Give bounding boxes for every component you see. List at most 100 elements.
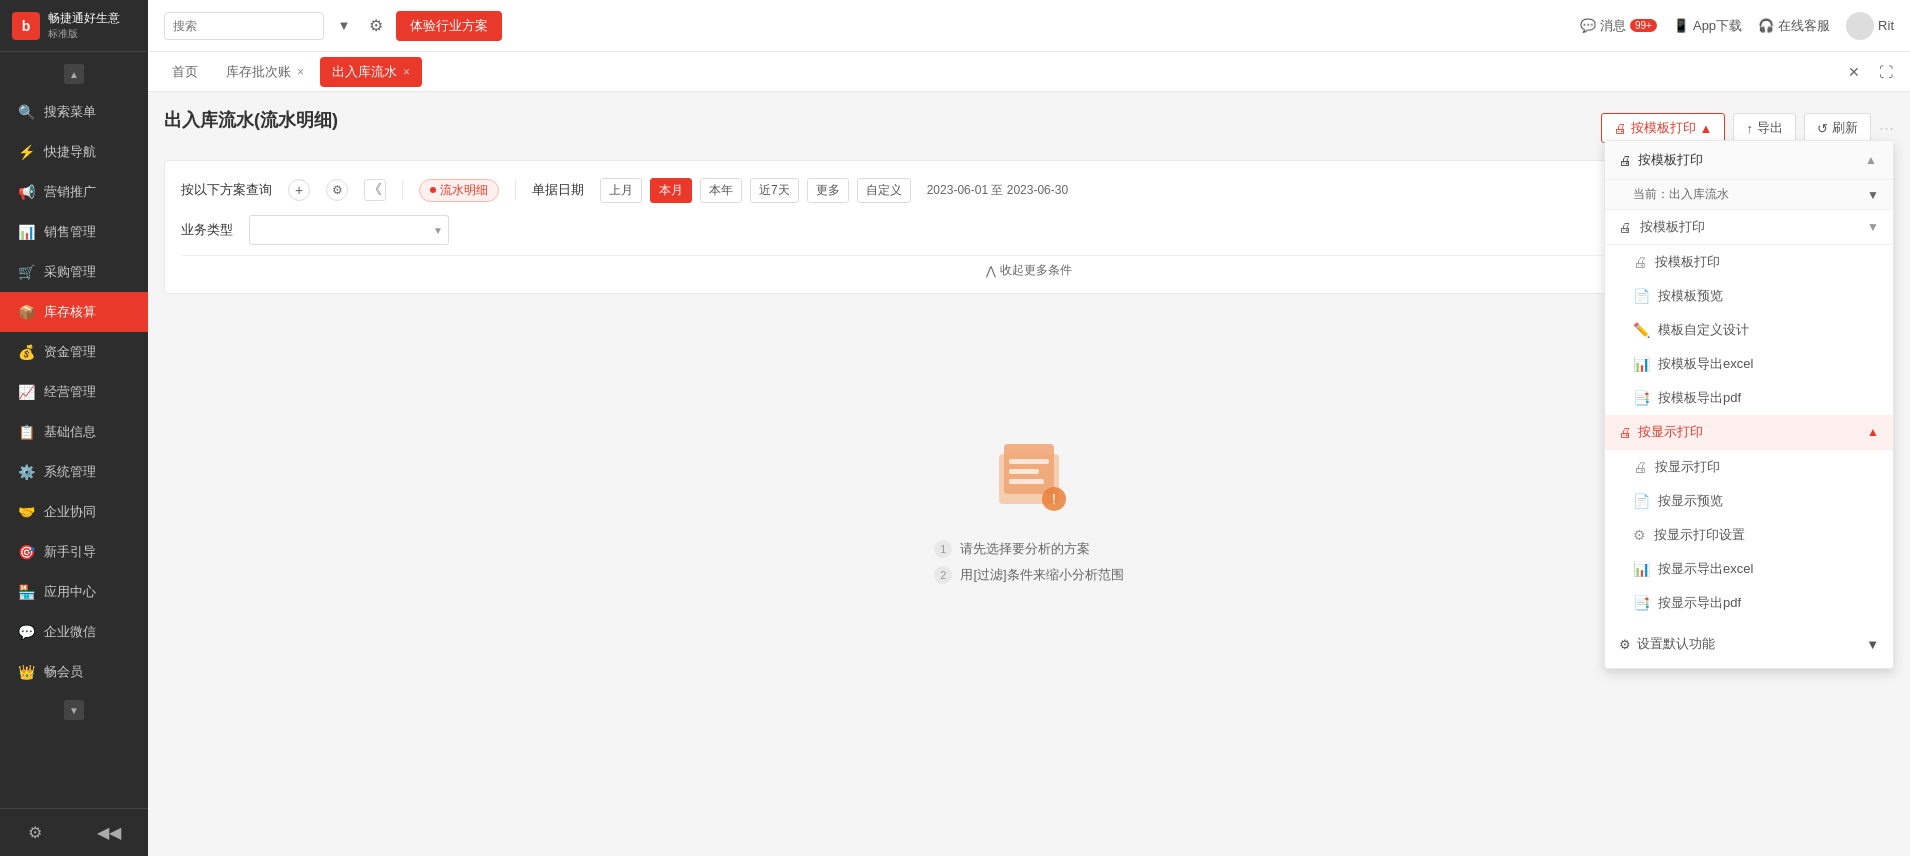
sidebar-bottom: ⚙ ◀◀ bbox=[0, 808, 148, 856]
display-print-item[interactable]: 🖨 按显示打印 bbox=[1605, 450, 1893, 484]
header-message-btn[interactable]: 💬 消息 99+ bbox=[1580, 17, 1657, 35]
template-section-toggle-icon: ▼ bbox=[1867, 220, 1879, 234]
filter-scheme-label: 按以下方案查询 bbox=[181, 181, 272, 199]
app-version: 标准版 bbox=[48, 27, 120, 41]
template-preview-item[interactable]: 📄 按模板预览 bbox=[1605, 279, 1893, 313]
filter-date-btn-本年[interactable]: 本年 bbox=[700, 178, 742, 203]
filter-date-btn-更多[interactable]: 更多 bbox=[807, 178, 849, 203]
header-user-btn[interactable]: Rit bbox=[1846, 12, 1894, 40]
display-preview-item[interactable]: 📄 按显示预览 bbox=[1605, 484, 1893, 518]
print-dropdown-arrows: ▲ bbox=[1863, 151, 1879, 169]
header-trial-btn[interactable]: 体验行业方案 bbox=[396, 11, 502, 41]
sidebar-label-wechat: 企业微信 bbox=[44, 623, 96, 641]
filter-date-btn-自定义[interactable]: 自定义 bbox=[857, 178, 911, 203]
filter-business-select-wrap: ▼ bbox=[249, 215, 449, 245]
empty-illustration: ! bbox=[979, 424, 1079, 524]
user-avatar bbox=[1846, 12, 1874, 40]
tab-batch[interactable]: 库存批次账 × bbox=[214, 57, 316, 87]
print-default-settings-item[interactable]: ⚙ 设置默认功能 ▼ bbox=[1619, 628, 1879, 660]
filter-scheme-settings-btn[interactable]: ⚙ bbox=[326, 179, 348, 201]
sidebar-item-operations[interactable]: 📈 经营管理 bbox=[0, 372, 148, 412]
filter-divider-2 bbox=[515, 180, 516, 200]
template-design-label: 模板自定义设计 bbox=[1658, 321, 1749, 339]
sidebar-settings-btn[interactable]: ⚙ bbox=[24, 819, 46, 846]
export-btn[interactable]: ↑ 导出 bbox=[1733, 113, 1796, 143]
header-search-input[interactable] bbox=[164, 12, 324, 40]
header-gear-btn[interactable]: ⚙ bbox=[364, 14, 388, 38]
display-excel-item[interactable]: 📊 按显示导出excel bbox=[1605, 552, 1893, 586]
tab-close-batch[interactable]: × bbox=[297, 65, 304, 79]
service-label: 在线客服 bbox=[1778, 17, 1830, 35]
sidebar-item-search[interactable]: 🔍 搜索菜单 bbox=[0, 92, 148, 132]
sidebar-item-marketing[interactable]: 📢 营销推广 bbox=[0, 172, 148, 212]
tab-flow[interactable]: 出入库流水× bbox=[320, 57, 422, 87]
sidebar-item-finance[interactable]: 💰 资金管理 bbox=[0, 332, 148, 372]
tab-close-all-btn[interactable]: ✕ bbox=[1842, 60, 1866, 84]
tab-maximize-btn[interactable]: ⛶ bbox=[1874, 60, 1898, 84]
print-template-header[interactable]: 🖨 按模板打印 ▼ bbox=[1605, 210, 1893, 244]
display-section-toggle-icon: ▲ bbox=[1867, 425, 1879, 439]
print-dropdown: 🖨 按模板打印 ▲ 当前：出入库流水 ▼ 🖨 按模板打印 ▼ 🖨 按模板打印 📄… bbox=[1604, 140, 1894, 669]
sidebar-item-shortcut[interactable]: ⚡ 快捷导航 bbox=[0, 132, 148, 172]
filter-add-btn[interactable]: + bbox=[288, 179, 310, 201]
message-badge: 99+ bbox=[1630, 19, 1657, 32]
filter-date-btn-上月[interactable]: 上月 bbox=[600, 178, 642, 203]
display-pdf-icon: 📑 bbox=[1633, 595, 1650, 611]
filter-collapse-arrow-btn[interactable]: 《 bbox=[364, 179, 386, 201]
sidebar-item-basic[interactable]: 📋 基础信息 bbox=[0, 412, 148, 452]
sidebar-collapse-btn[interactable]: ◀◀ bbox=[93, 819, 125, 846]
print-dropdown-up-btn[interactable]: ▲ bbox=[1863, 151, 1879, 169]
print-display-header[interactable]: 🖨 按显示打印 ▲ bbox=[1605, 415, 1893, 449]
display-pdf-item[interactable]: 📑 按显示导出pdf bbox=[1605, 586, 1893, 620]
template-design-item[interactable]: ✏️ 模板自定义设计 bbox=[1605, 313, 1893, 347]
sidebar-icon-member: 👑 bbox=[16, 662, 36, 682]
sidebar-icon-marketing: 📢 bbox=[16, 182, 36, 202]
sidebar-item-appstore[interactable]: 🏪 应用中心 bbox=[0, 572, 148, 612]
print-label: 按模板打印 bbox=[1631, 119, 1696, 137]
collapse-label: 收起更多条件 bbox=[1000, 262, 1072, 279]
display-settings-item[interactable]: ⚙ 按显示打印设置 bbox=[1605, 518, 1893, 552]
filter-date-btn-近7天[interactable]: 近7天 bbox=[750, 178, 799, 203]
sidebar-item-member[interactable]: 👑 畅会员 bbox=[0, 652, 148, 692]
filter-collapse-btn[interactable]: ⋀ 收起更多条件 bbox=[986, 262, 1072, 279]
filter-tag-flow[interactable]: 流水明细 bbox=[419, 179, 499, 202]
toolbar-more-btn[interactable]: ··· bbox=[1879, 118, 1894, 139]
sidebar-item-wechat[interactable]: 💬 企业微信 bbox=[0, 612, 148, 652]
tab-home[interactable]: 首页 bbox=[160, 57, 210, 87]
empty-step-2: 2 用[过滤]条件来缩小分析范围 bbox=[934, 566, 1123, 584]
header-app-download-btn[interactable]: 📱 App下载 bbox=[1673, 17, 1742, 35]
print-btn[interactable]: 🖨 按模板打印 ▲ bbox=[1601, 113, 1726, 143]
filter-divider-1 bbox=[402, 180, 403, 200]
sidebar-item-guide[interactable]: 🎯 新手引导 bbox=[0, 532, 148, 572]
print-display-header-left: 🖨 按显示打印 bbox=[1619, 423, 1703, 441]
message-icon: 💬 bbox=[1580, 18, 1596, 33]
sidebar-label-purchase: 采购管理 bbox=[44, 263, 96, 281]
tab-label-batch: 库存批次账 bbox=[226, 63, 291, 81]
sidebar-scroll-down[interactable]: ▼ bbox=[64, 700, 84, 720]
sidebar-item-inventory[interactable]: 📦 库存核算 bbox=[0, 292, 148, 332]
template-section-label: 按模板打印 bbox=[1640, 218, 1705, 236]
header-service-btn[interactable]: 🎧 在线客服 bbox=[1758, 17, 1830, 35]
sidebar-item-enterprise[interactable]: 🤝 企业协同 bbox=[0, 492, 148, 532]
header-search-dropdown[interactable]: ▼ bbox=[332, 14, 356, 38]
print-dropdown-footer: ⚙ 设置默认功能 ▼ bbox=[1605, 620, 1893, 668]
sidebar-item-purchase[interactable]: 🛒 采购管理 bbox=[0, 252, 148, 292]
app-logo-icon: b bbox=[12, 12, 40, 40]
print-arrow-icon: ▲ bbox=[1700, 121, 1713, 136]
footer-settings-label: 设置默认功能 bbox=[1637, 635, 1715, 653]
sidebar-items: 🔍 搜索菜单 ⚡ 快捷导航 📢 营销推广 📊 销售管理 🛒 采购管理 📦 库存核… bbox=[0, 92, 148, 692]
template-pdf-label: 按模板导出pdf bbox=[1658, 389, 1741, 407]
sidebar-scroll-up[interactable]: ▲ bbox=[64, 64, 84, 84]
template-pdf-item[interactable]: 📑 按模板导出pdf bbox=[1605, 381, 1893, 415]
header-right: 💬 消息 99+ 📱 App下载 🎧 在线客服 Rit bbox=[1580, 12, 1894, 40]
filter-business-select[interactable] bbox=[249, 215, 449, 245]
sidebar-label-inventory: 库存核算 bbox=[44, 303, 96, 321]
sidebar-item-system[interactable]: ⚙️ 系统管理 bbox=[0, 452, 148, 492]
refresh-btn[interactable]: ↺ 刷新 bbox=[1804, 113, 1871, 143]
sidebar-icon-basic: 📋 bbox=[16, 422, 36, 442]
tab-close-flow[interactable]: × bbox=[403, 65, 410, 79]
template-print-item-1[interactable]: 🖨 按模板打印 bbox=[1605, 245, 1893, 279]
filter-date-btn-本月[interactable]: 本月 bbox=[650, 178, 692, 203]
template-excel-item[interactable]: 📊 按模板导出excel bbox=[1605, 347, 1893, 381]
sidebar-item-sales[interactable]: 📊 销售管理 bbox=[0, 212, 148, 252]
